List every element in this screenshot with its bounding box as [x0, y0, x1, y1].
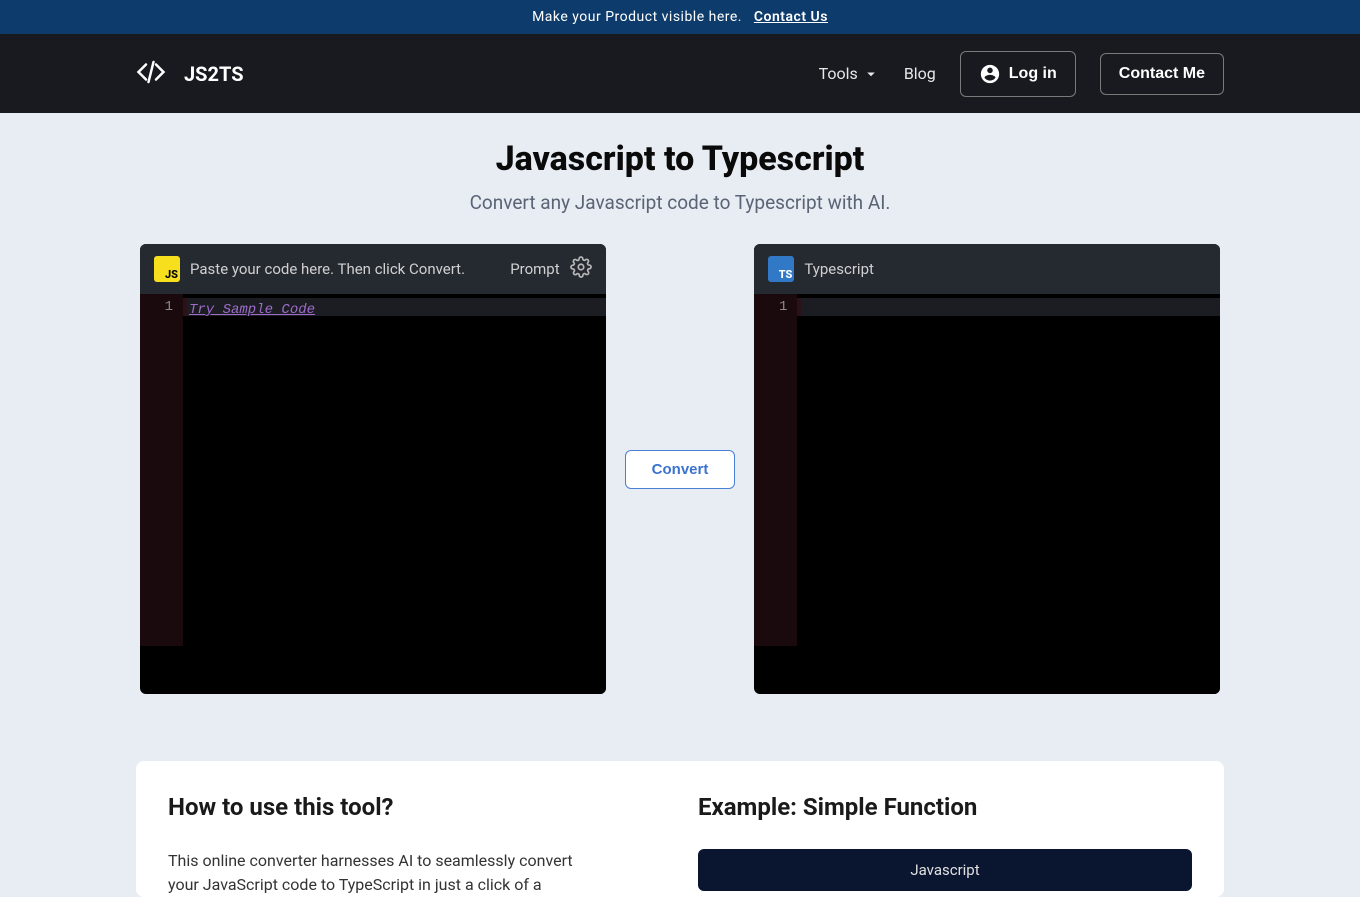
contact-me-button[interactable]: Contact Me [1100, 53, 1224, 95]
output-editor-label: Typescript [804, 260, 1206, 278]
example-column: Example: Simple Function Javascript [698, 793, 1192, 897]
input-editor-body[interactable]: 1 Try Sample Code [140, 294, 606, 694]
example-lang-label: Javascript [910, 861, 979, 879]
howto-column: How to use this tool? This online conver… [168, 793, 598, 897]
howto-text: This online converter harnesses AI to se… [168, 849, 598, 897]
nav-blog-link[interactable]: Blog [904, 64, 936, 83]
output-editor-header: TS Typescript [754, 244, 1220, 294]
banner-contact-link[interactable]: Contact Us [754, 9, 828, 25]
example-code-box: Javascript [698, 849, 1192, 891]
info-section: How to use this tool? This online conver… [136, 761, 1224, 897]
navbar: JS2TS Tools Blog Log in Contact Me [0, 34, 1360, 113]
gear-icon[interactable] [570, 256, 592, 282]
convert-button[interactable]: Convert [625, 450, 736, 489]
logo-text[interactable]: JS2TS [184, 62, 244, 86]
user-circle-icon [979, 63, 1001, 85]
login-button[interactable]: Log in [960, 51, 1076, 97]
ts-badge: TS [768, 256, 794, 282]
output-code-area [801, 294, 1220, 694]
output-gutter: 1 [754, 294, 797, 646]
page-title: Javascript to Typescript [0, 139, 1360, 179]
howto-heading: How to use this tool? [168, 793, 598, 821]
input-editor-header: JS Paste your code here. Then click Conv… [140, 244, 606, 294]
output-editor-body[interactable]: 1 [754, 294, 1220, 694]
input-gutter: 1 [140, 294, 183, 646]
nav-tools-label: Tools [819, 64, 858, 83]
example-heading: Example: Simple Function [698, 793, 1192, 821]
input-editor-panel: JS Paste your code here. Then click Conv… [140, 244, 606, 694]
output-editor-panel: TS Typescript 1 [754, 244, 1220, 694]
nav-tools-dropdown[interactable]: Tools [819, 64, 880, 83]
try-sample-code-link[interactable]: Try Sample Code [187, 302, 315, 318]
js-badge: JS [154, 256, 180, 282]
chevron-down-icon [862, 65, 880, 83]
line-number: 1 [140, 298, 173, 316]
nav-right: Tools Blog Log in Contact Me [819, 51, 1224, 97]
line-number: 1 [754, 298, 787, 316]
nav-left: JS2TS [136, 57, 244, 91]
page-subtitle: Convert any Javascript code to Typescrip… [0, 191, 1360, 214]
prompt-button[interactable]: Prompt [510, 260, 559, 278]
converter-section: JS Paste your code here. Then click Conv… [0, 244, 1360, 694]
input-editor-placeholder-text: Paste your code here. Then click Convert… [190, 260, 500, 278]
code-icon [136, 57, 166, 91]
promo-banner: Make your Product visible here. Contact … [0, 0, 1360, 34]
hero-section: Javascript to Typescript Convert any Jav… [0, 113, 1360, 244]
input-code-area[interactable]: Try Sample Code [187, 294, 606, 694]
current-line-highlight [801, 298, 1220, 316]
banner-text: Make your Product visible here. [532, 9, 742, 25]
